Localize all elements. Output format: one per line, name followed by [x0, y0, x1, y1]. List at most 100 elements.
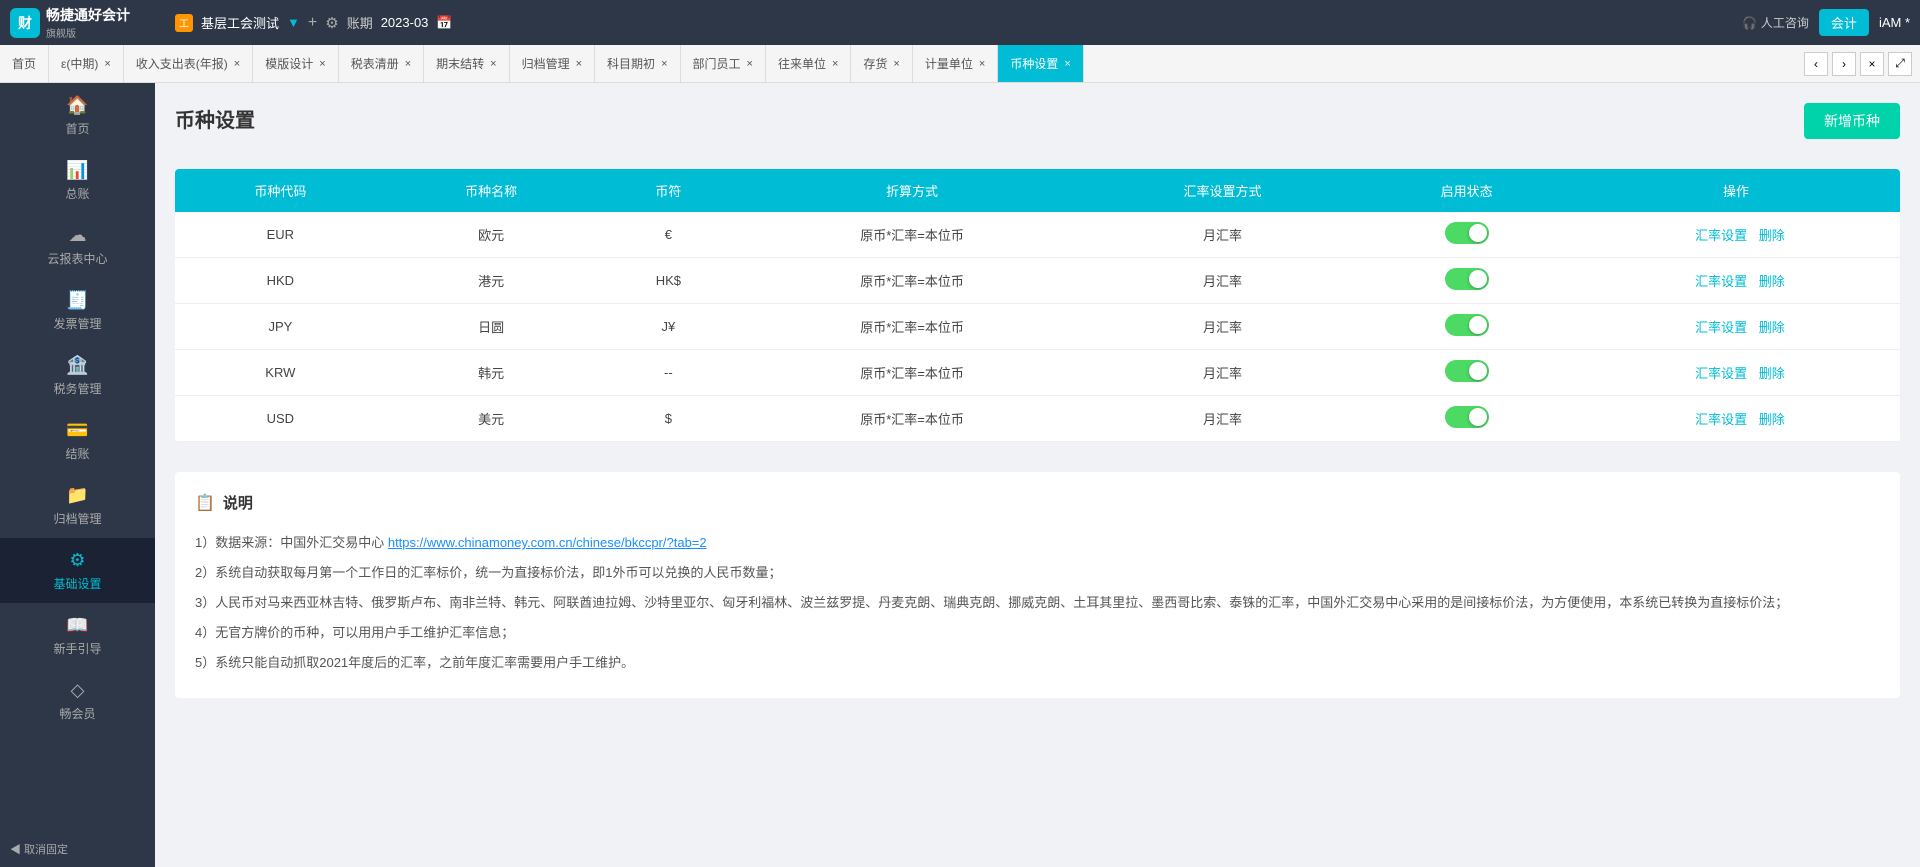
cell-toggle-3: [1361, 350, 1572, 396]
tab-close-dept[interactable]: ×: [747, 58, 753, 70]
sidebar-item-ledger[interactable]: 📊 总账: [0, 148, 155, 213]
sidebar-label-member: 畅会员: [59, 705, 95, 722]
tab-contacts[interactable]: 往来单位 ×: [766, 45, 851, 83]
sidebar-item-settings[interactable]: ⚙ 基础设置: [0, 538, 155, 603]
toggle-2[interactable]: [1445, 314, 1489, 336]
cell-code-1: HKD: [175, 258, 386, 304]
cell-calc-1: 原币*汇率=本位币: [740, 258, 1083, 304]
chinamoney-link[interactable]: https://www.chinamoney.com.cn/chinese/bk…: [388, 535, 707, 550]
tab-prev-button[interactable]: ‹: [1804, 52, 1828, 76]
tab-currency[interactable]: 币种设置 ×: [998, 45, 1083, 83]
delete-link-2[interactable]: 删除: [1759, 320, 1785, 335]
tab-close-inventory[interactable]: ×: [893, 58, 899, 70]
tab-next-button[interactable]: ›: [1832, 52, 1856, 76]
tab-subject-init[interactable]: 科目期初 ×: [595, 45, 680, 83]
sidebar-item-home[interactable]: 🏠 首页: [0, 83, 155, 148]
tab-income-report[interactable]: 收入支出表(年报) ×: [124, 45, 253, 83]
toggle-1[interactable]: [1445, 268, 1489, 290]
toggle-3[interactable]: [1445, 360, 1489, 382]
sidebar-item-checkout[interactable]: 💳 结账: [0, 408, 155, 473]
tab-close-interim[interactable]: ×: [104, 58, 110, 70]
toggle-track-3[interactable]: [1445, 360, 1489, 382]
cell-name-4: 美元: [386, 396, 597, 442]
table-row: HKD 港元 HK$ 原币*汇率=本位币 月汇率 汇率设置 删除: [175, 258, 1900, 304]
rate-setting-link-2[interactable]: 汇率设置: [1695, 320, 1747, 335]
home-icon: 🏠: [66, 95, 88, 116]
delete-link-0[interactable]: 删除: [1759, 228, 1785, 243]
toggle-4[interactable]: [1445, 406, 1489, 428]
tab-close-archive[interactable]: ×: [576, 58, 582, 70]
cell-calc-2: 原币*汇率=本位币: [740, 304, 1083, 350]
tab-close-income[interactable]: ×: [234, 58, 240, 70]
cell-calc-0: 原币*汇率=本位币: [740, 212, 1083, 258]
cell-symbol-3: --: [596, 350, 740, 396]
rate-setting-link-4[interactable]: 汇率设置: [1695, 412, 1747, 427]
tab-close-currency[interactable]: ×: [1064, 58, 1070, 70]
unpin-label: ◀ 取消固定: [10, 841, 68, 857]
top-bar: 财 畅捷通好会计 旗舰版 工 基层工会测试 ▼ + ⚙ 账期 2023-03 📅…: [0, 0, 1920, 45]
sidebar-item-guide[interactable]: 📖 新手引导: [0, 603, 155, 668]
cell-name-1: 港元: [386, 258, 597, 304]
toggle-track-0[interactable]: [1445, 222, 1489, 244]
tab-close-subject[interactable]: ×: [661, 58, 667, 70]
tab-close-unit[interactable]: ×: [979, 58, 985, 70]
toggle-track-4[interactable]: [1445, 406, 1489, 428]
main-layout: 🏠 首页 📊 总账 ☁ 云报表中心 🧾 发票管理 🏦 税务管理 💳 结账 📁 归…: [0, 83, 1920, 867]
account-button[interactable]: 会计: [1819, 9, 1869, 36]
delete-link-1[interactable]: 删除: [1759, 274, 1785, 289]
tab-dept-staff[interactable]: 部门员工 ×: [681, 45, 766, 83]
sidebar-item-member[interactable]: ◇ 畅会员: [0, 668, 155, 733]
rate-setting-link-1[interactable]: 汇率设置: [1695, 274, 1747, 289]
checkout-icon: 💳: [66, 420, 88, 441]
help-button[interactable]: 🎧 人工咨询: [1742, 14, 1809, 31]
workspace-name[interactable]: 基层工会测试: [201, 13, 279, 32]
guide-icon: 📖: [66, 615, 88, 636]
tab-template[interactable]: 模版设计 ×: [253, 45, 338, 83]
sidebar-label-ledger: 总账: [65, 185, 89, 202]
tab-close-all-button[interactable]: ×: [1860, 52, 1884, 76]
unpin-button[interactable]: ◀ 取消固定: [10, 841, 145, 857]
table-row: USD 美元 $ 原币*汇率=本位币 月汇率 汇率设置 删除: [175, 396, 1900, 442]
rate-setting-link-3[interactable]: 汇率设置: [1695, 366, 1747, 381]
toggle-track-1[interactable]: [1445, 268, 1489, 290]
cell-symbol-0: €: [596, 212, 740, 258]
gear-icon: ⚙: [69, 550, 85, 571]
rate-setting-link-0[interactable]: 汇率设置: [1695, 228, 1747, 243]
tab-unit[interactable]: 计量单位 ×: [913, 45, 998, 83]
workspace-dropdown-icon[interactable]: ▼: [287, 15, 300, 30]
tab-archive[interactable]: 归档管理 ×: [510, 45, 595, 83]
sidebar-label-reports: 云报表中心: [47, 250, 107, 267]
content-area: 币种设置 新增币种 币种代码 币种名称 币符 折算方式 汇率设置方式 启用状态: [155, 83, 1920, 867]
tab-close-tax[interactable]: ×: [405, 58, 411, 70]
toggle-thumb-3: [1469, 362, 1487, 380]
sidebar-item-tax[interactable]: 🏦 税务管理: [0, 343, 155, 408]
tab-period-close[interactable]: 期末结转 ×: [424, 45, 509, 83]
toggle-track-2[interactable]: [1445, 314, 1489, 336]
cell-name-3: 韩元: [386, 350, 597, 396]
tab-inventory[interactable]: 存货 ×: [851, 45, 912, 83]
cell-toggle-0: [1361, 212, 1572, 258]
tab-interim[interactable]: ε(中期) ×: [49, 45, 124, 83]
sidebar-item-reports[interactable]: ☁ 云报表中心: [0, 213, 155, 278]
calendar-icon[interactable]: 📅: [436, 15, 452, 31]
tab-home[interactable]: 首页: [0, 45, 49, 83]
user-display[interactable]: iAM *: [1879, 15, 1910, 30]
cell-toggle-2: [1361, 304, 1572, 350]
top-actions: 🎧 人工咨询 会计 iAM *: [1742, 9, 1910, 36]
delete-link-3[interactable]: 删除: [1759, 366, 1785, 381]
delete-link-4[interactable]: 删除: [1759, 412, 1785, 427]
tab-tax-table[interactable]: 税表清册 ×: [339, 45, 424, 83]
cell-calc-4: 原币*汇率=本位币: [740, 396, 1083, 442]
tab-close-template[interactable]: ×: [319, 58, 325, 70]
tab-close-period[interactable]: ×: [490, 58, 496, 70]
new-currency-button[interactable]: 新增币种: [1804, 103, 1900, 139]
tab-expand-button[interactable]: ⤢: [1888, 52, 1912, 76]
tab-close-contacts[interactable]: ×: [832, 58, 838, 70]
settings-icon[interactable]: ⚙: [325, 14, 338, 32]
sidebar-item-invoice[interactable]: 🧾 发票管理: [0, 278, 155, 343]
sidebar-bottom: ◀ 取消固定: [0, 831, 155, 867]
sidebar-item-archive[interactable]: 📁 归档管理: [0, 473, 155, 538]
toggle-0[interactable]: [1445, 222, 1489, 244]
add-workspace-icon[interactable]: +: [308, 14, 317, 32]
cell-code-4: USD: [175, 396, 386, 442]
